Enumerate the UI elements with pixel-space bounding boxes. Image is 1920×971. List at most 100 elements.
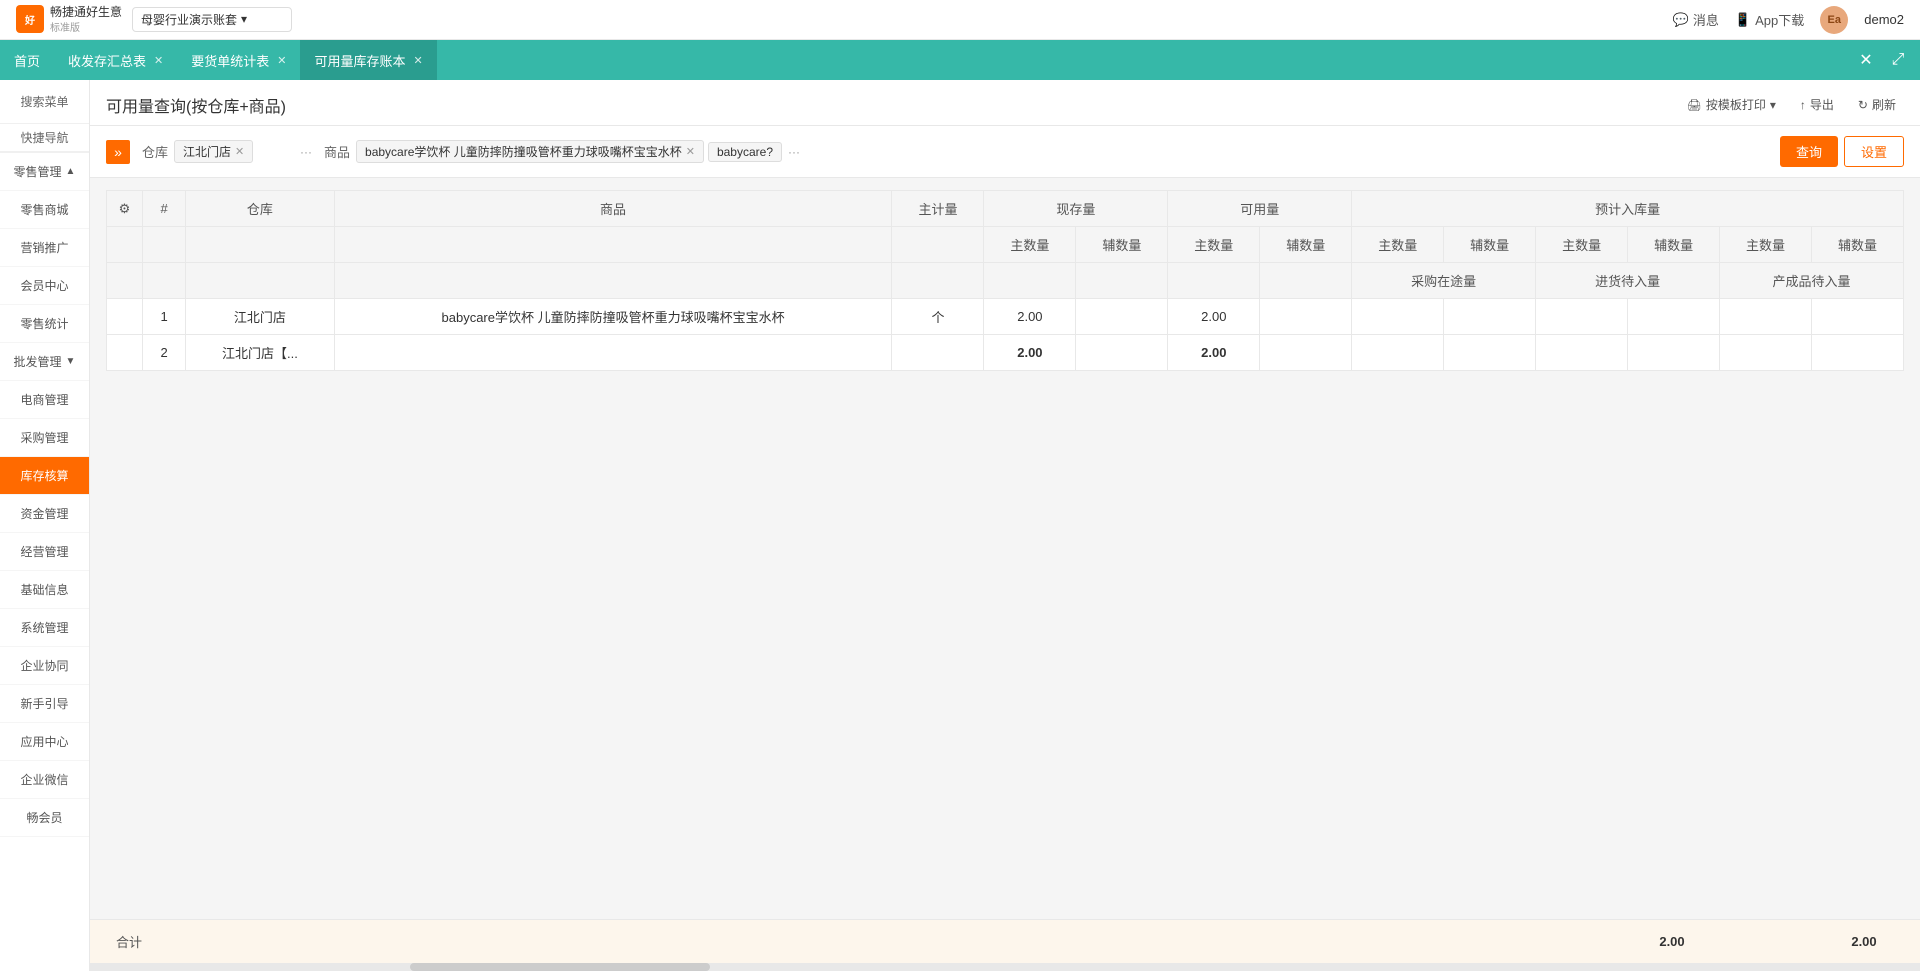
td-setting (107, 299, 143, 335)
top-bar: 好 畅捷通好生意 标准版 母婴行业演示账套 ▾ 💬 消息 📱 App下载 Ea … (0, 0, 1920, 40)
app-download-button[interactable]: 📱 App下载 (1735, 10, 1804, 29)
sidebar-item-retail-mall[interactable]: 零售商城 (0, 191, 89, 229)
footer-scroll[interactable] (90, 963, 1920, 971)
user-name: demo2 (1864, 12, 1904, 27)
td-available-main-2: 2.00 (1168, 335, 1260, 371)
th-main-unit: 主计量 (892, 191, 984, 227)
close-tab-order[interactable]: ✕ (277, 54, 286, 67)
td-available-main-1: 2.00 (1168, 299, 1260, 335)
product-tag-1[interactable]: babycare学饮杯 儿童防摔防撞吸管杯重力球吸嘴杯宝宝水杯 ✕ (356, 140, 704, 163)
th-product-pending: 产成品待入量 (1720, 263, 1904, 299)
close-tab-icon[interactable]: ✕ (1852, 46, 1880, 74)
sidebar-item-retail-mgmt[interactable]: 零售管理 ▲ (0, 153, 89, 191)
sidebar-item-new-guide[interactable]: 新手引导 (0, 685, 89, 723)
expand-filter-button[interactable]: » (106, 140, 130, 164)
product-filter-group: 商品 babycare学饮杯 儿童防摔防撞吸管杯重力球吸嘴杯宝宝水杯 ✕ bab… (324, 140, 800, 163)
sidebar-item-retail-stats[interactable]: 零售统计 (0, 305, 89, 343)
avatar[interactable]: Ea (1820, 6, 1848, 34)
chevron-icon-2: ▼ (66, 356, 76, 367)
content-area: 可用量查询(按仓库+商品) 🖨 按模板打印 ▾ ↑ 导出 ↻ 刷新 » (90, 80, 1920, 971)
footer-label: 合计 (106, 932, 152, 951)
sidebar: 搜索菜单 快捷导航 零售管理 ▲ 零售商城 营销推广 会员中心 零售统计 批发管… (0, 80, 90, 971)
remove-product-tag-1[interactable]: ✕ (686, 145, 695, 158)
th-warehouse-2 (186, 227, 334, 263)
th-current-aux: 辅数量 (1076, 227, 1168, 263)
tab-receive-summary[interactable]: 收发存汇总表 ✕ (54, 40, 177, 80)
quick-nav-button[interactable]: 快捷导航 (0, 124, 89, 152)
tab-available-inventory[interactable]: 可用量库存账本 ✕ (300, 40, 436, 80)
sidebar-item-marketing[interactable]: 营销推广 (0, 229, 89, 267)
th-main-unit-2 (892, 227, 984, 263)
td-current-aux-2 (1076, 335, 1168, 371)
nav-tabs: 首页 收发存汇总表 ✕ 要货单统计表 ✕ 可用量库存账本 ✕ ✕ ⤢ (0, 40, 1920, 80)
sidebar-item-wholesale-mgmt[interactable]: 批发管理 ▼ (0, 343, 89, 381)
td-warehouse-1: 江北门店 (186, 299, 334, 335)
sidebar-item-member[interactable]: 会员中心 (0, 267, 89, 305)
td-purchase-aux-1 (1444, 299, 1536, 335)
td-unit-1: 个 (892, 299, 984, 335)
remove-warehouse-tag[interactable]: ✕ (235, 145, 244, 158)
td-unit-2 (892, 335, 984, 371)
tenant-select[interactable]: 母婴行业演示账套 ▾ (132, 7, 292, 32)
td-arrival-main-2 (1536, 335, 1628, 371)
table-row: 1 江北门店 babycare学饮杯 儿童防摔防撞吸管杯重力球吸嘴杯宝宝水杯 个… (107, 299, 1904, 335)
sidebar-item-finance[interactable]: 资金管理 (0, 495, 89, 533)
sidebar-item-enterprise[interactable]: 企业协同 (0, 647, 89, 685)
tab-home[interactable]: 首页 (0, 40, 54, 80)
sidebar-item-operations[interactable]: 经营管理 (0, 533, 89, 571)
warehouse-tag[interactable]: 江北门店 ✕ (174, 140, 253, 163)
search-menu-button[interactable]: 搜索菜单 (8, 88, 81, 115)
th-available-main: 主数量 (1168, 227, 1260, 263)
chat-icon: 💬 (1673, 12, 1689, 28)
top-bar-left: 好 畅捷通好生意 标准版 母婴行业演示账套 ▾ (16, 5, 292, 34)
export-button[interactable]: ↑ 导出 (1792, 92, 1842, 117)
scroll-thumb[interactable] (410, 963, 710, 971)
th-warehouse: 仓库 (186, 191, 334, 227)
sidebar-item-ecommerce[interactable]: 电商管理 (0, 381, 89, 419)
page-title: 可用量查询(按仓库+商品) (106, 93, 286, 117)
close-tab-available[interactable]: ✕ (414, 54, 423, 67)
th-pending-arrival: 进货待入量 (1536, 263, 1720, 299)
tab-order-stats[interactable]: 要货单统计表 ✕ (177, 40, 300, 80)
sidebar-item-purchase[interactable]: 采购管理 (0, 419, 89, 457)
sidebar-item-enterprise-wechat[interactable]: 企业微信 (0, 761, 89, 799)
td-product-2 (334, 335, 892, 371)
warehouse-more[interactable]: ··· (300, 145, 312, 159)
chevron-icon: ▲ (66, 166, 76, 177)
export-icon: ↑ (1800, 98, 1806, 112)
logo-sub: 标准版 (50, 19, 122, 34)
maximize-icon[interactable]: ⤢ (1884, 46, 1912, 74)
refresh-button[interactable]: ↻ 刷新 (1850, 92, 1904, 117)
query-button[interactable]: 查询 (1780, 136, 1838, 167)
sidebar-item-vip[interactable]: 畅会员 (0, 799, 89, 837)
th-setting-2 (107, 227, 143, 263)
table-area: ⚙ # 仓库 商品 主计量 现存量 可用量 预计入库量 (90, 178, 1920, 919)
product-tag-2[interactable]: babycare? (708, 142, 782, 162)
td-setting-2 (107, 335, 143, 371)
td-product-aux-1 (1812, 299, 1904, 335)
th-purchase-in-transit: 采购在途量 (1352, 263, 1536, 299)
footer-bar: 合计 2.00 2.00 (90, 919, 1920, 963)
table-row: 2 江北门店【... 2.00 2.00 (107, 335, 1904, 371)
setting-button[interactable]: 设置 (1844, 136, 1904, 167)
sidebar-quick-nav-section: 快捷导航 (0, 124, 89, 153)
sidebar-item-basic-info[interactable]: 基础信息 (0, 571, 89, 609)
sidebar-item-system[interactable]: 系统管理 (0, 609, 89, 647)
close-tab-receive[interactable]: ✕ (154, 54, 163, 67)
th-current-main: 主数量 (984, 227, 1076, 263)
sidebar-item-app-center[interactable]: 应用中心 (0, 723, 89, 761)
warehouse-filter-label: 仓库 (142, 142, 168, 161)
nav-tabs-right: ✕ ⤢ (1852, 46, 1920, 74)
message-button[interactable]: 💬 消息 (1673, 10, 1719, 29)
th-product-pending-aux: 辅数量 (1812, 227, 1904, 263)
th-row-num-2 (143, 227, 186, 263)
th-setting[interactable]: ⚙ (107, 191, 143, 227)
sidebar-item-inventory[interactable]: 库存核算 (0, 457, 89, 495)
product-more[interactable]: ··· (788, 145, 800, 159)
td-product-main-1 (1720, 299, 1812, 335)
print-button[interactable]: 🖨 按模板打印 ▾ (1679, 92, 1784, 117)
th-product-pending-main: 主数量 (1720, 227, 1812, 263)
refresh-icon: ↻ (1858, 98, 1868, 112)
td-product-main-2 (1720, 335, 1812, 371)
print-icon: 🖨 (1687, 98, 1702, 112)
